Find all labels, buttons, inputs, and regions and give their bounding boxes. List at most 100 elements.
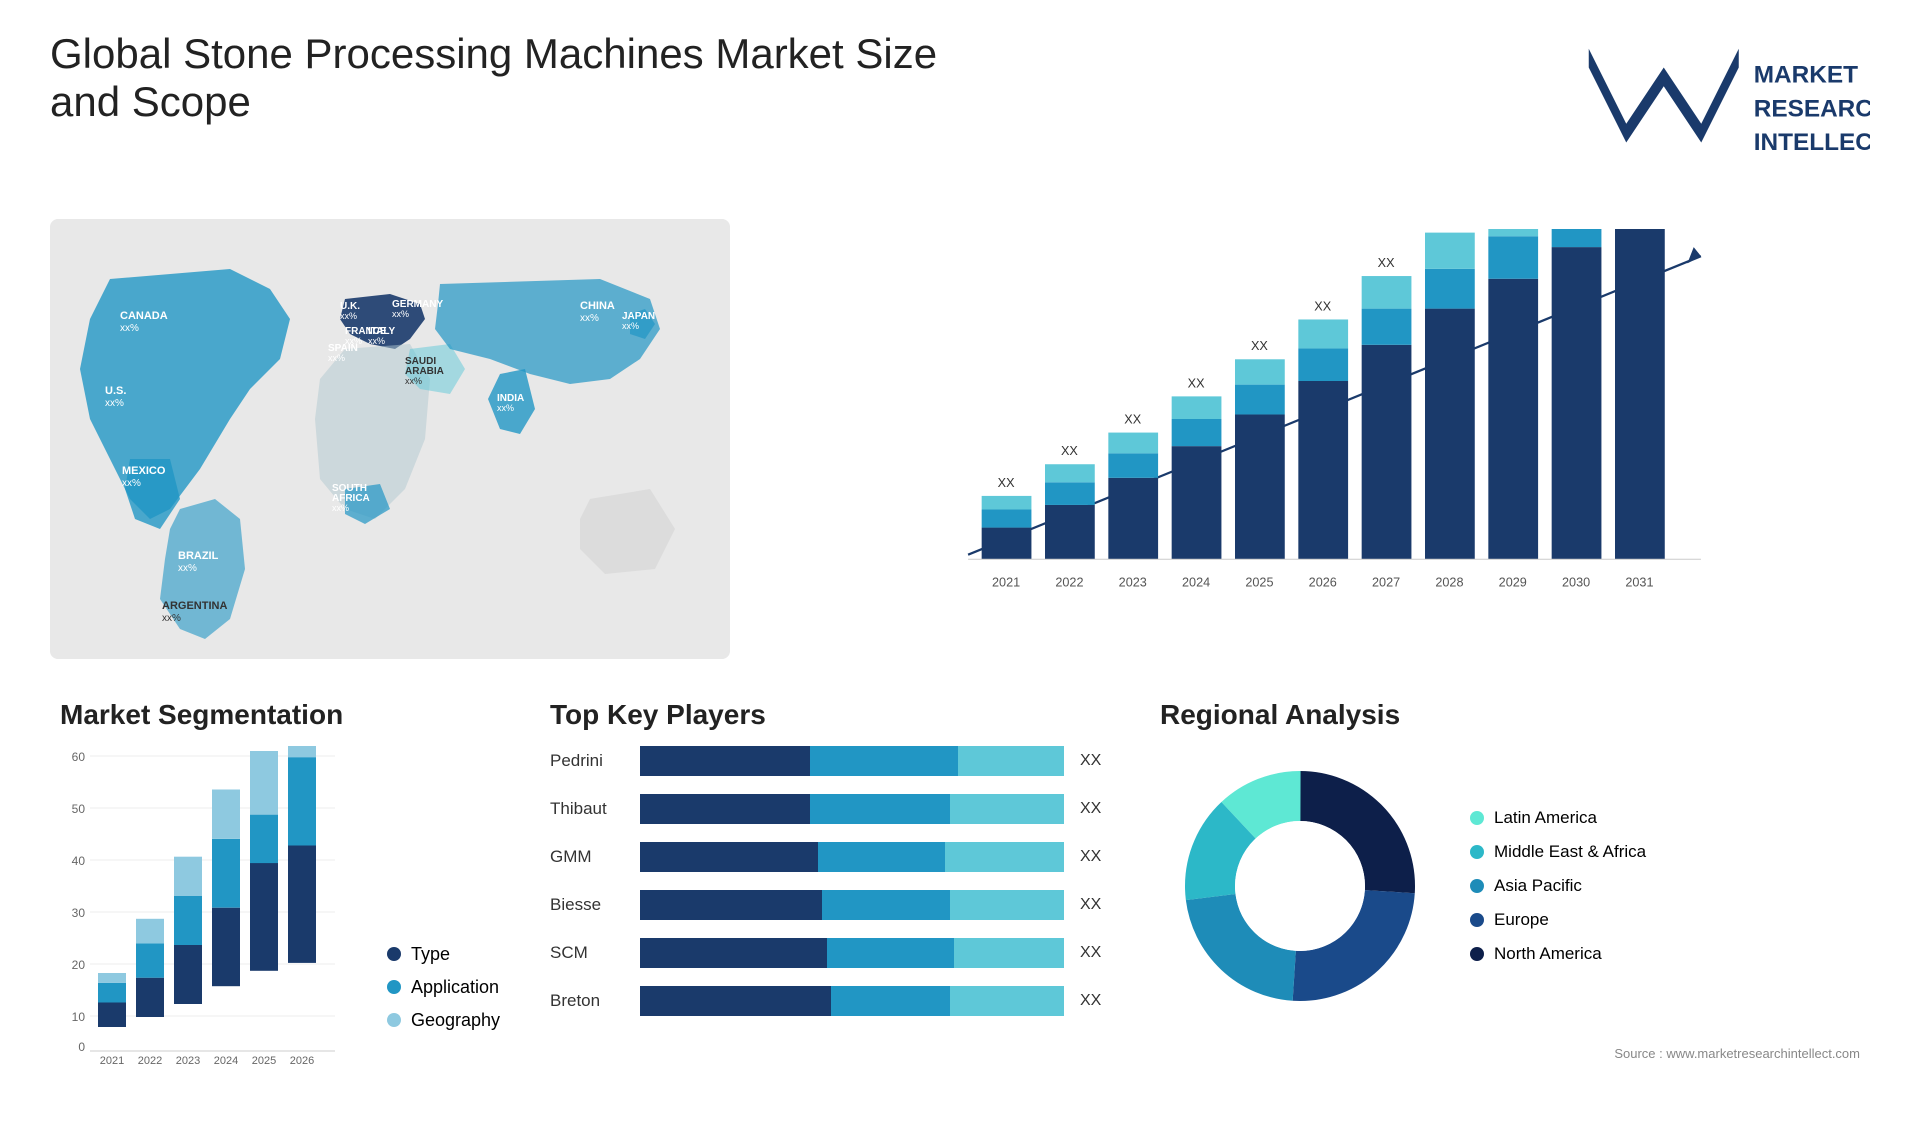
type-label: Type [411, 944, 450, 965]
player-name: Breton [550, 991, 630, 1011]
bar-seg-dark [640, 746, 810, 776]
player-row-thibaut: Thibaut XX [550, 794, 1110, 824]
svg-text:MARKET: MARKET [1754, 62, 1858, 89]
bar-seg-dark [640, 890, 822, 920]
bar-seg-mid [827, 938, 954, 968]
svg-text:2023: 2023 [176, 1055, 200, 1066]
donut-chart [1160, 746, 1440, 1026]
type-dot [387, 947, 401, 961]
europe-dot [1470, 913, 1484, 927]
svg-text:XX: XX [1314, 299, 1331, 313]
svg-text:2025: 2025 [1245, 575, 1273, 589]
svg-text:xx%: xx% [368, 336, 385, 346]
header: Global Stone Processing Machines Market … [50, 30, 1870, 199]
svg-text:30: 30 [72, 906, 86, 920]
svg-text:XX: XX [1124, 412, 1141, 426]
svg-text:2030: 2030 [1562, 575, 1590, 589]
svg-text:2024: 2024 [1182, 575, 1210, 589]
players-chart: Pedrini XX Thibaut XX [550, 746, 1110, 1016]
bar-seg-mid [810, 794, 950, 824]
players-title: Top Key Players [550, 699, 1110, 731]
legend-asia-pacific: Asia Pacific [1470, 876, 1646, 896]
svg-text:xx%: xx% [497, 403, 514, 413]
application-label: Application [411, 977, 499, 998]
svg-text:XX: XX [1188, 376, 1205, 390]
company-logo: MARKET RESEARCH INTELLECT [1570, 30, 1870, 199]
mea-label: Middle East & Africa [1494, 842, 1646, 862]
legend-latin-america: Latin America [1470, 808, 1646, 828]
bar-seg-mid [818, 842, 945, 872]
player-name: SCM [550, 943, 630, 963]
segmentation-title: Market Segmentation [60, 699, 500, 731]
player-row-pedrini: Pedrini XX [550, 746, 1110, 776]
svg-text:xx%: xx% [332, 503, 349, 513]
player-name: Thibaut [550, 799, 630, 819]
legend-middle-east-africa: Middle East & Africa [1470, 842, 1646, 862]
bar-seg-light [950, 794, 1064, 824]
bar-seg-dark [640, 794, 810, 824]
bar-seg-mid [831, 986, 950, 1016]
bar-seg-light [950, 986, 1064, 1016]
bar-seg-light [945, 842, 1064, 872]
bar-chart-area: XX 2021 XX 2022 XX 2023 XX 2024 [760, 219, 1870, 659]
svg-text:2025: 2025 [252, 1055, 276, 1066]
player-bar-wrap [640, 794, 1064, 824]
svg-text:10: 10 [72, 1010, 86, 1024]
svg-text:INTELLECT: INTELLECT [1754, 129, 1870, 156]
bar-seg-dark [640, 938, 827, 968]
svg-text:2026: 2026 [1309, 575, 1337, 589]
mea-dot [1470, 845, 1484, 859]
bar-seg-light [958, 746, 1064, 776]
north-america-dot [1470, 947, 1484, 961]
geography-dot [387, 1013, 401, 1027]
europe-label: Europe [1494, 910, 1549, 930]
player-value: XX [1080, 992, 1110, 1010]
svg-text:ARGENTINA: ARGENTINA [162, 600, 227, 612]
page-wrapper: Global Stone Processing Machines Market … [0, 0, 1920, 1146]
latin-america-dot [1470, 811, 1484, 825]
player-row-breton: Breton XX [550, 986, 1110, 1016]
svg-text:xx%: xx% [328, 353, 345, 363]
donut-svg [1160, 746, 1440, 1026]
source-text: Source : www.marketresearchintellect.com [1160, 1046, 1860, 1061]
player-row-gmm: GMM XX [550, 842, 1110, 872]
player-bar-wrap [640, 890, 1064, 920]
bar-seg-mid [810, 746, 958, 776]
legend-type: Type [387, 944, 500, 965]
player-name: Pedrini [550, 751, 630, 771]
logo-area: MARKET RESEARCH INTELLECT [1570, 30, 1870, 199]
svg-text:RESEARCH: RESEARCH [1754, 95, 1870, 122]
svg-text:xx%: xx% [178, 563, 197, 574]
player-bar-wrap [640, 986, 1064, 1016]
player-bar-wrap [640, 938, 1064, 968]
bar-seg-dark [640, 842, 818, 872]
world-map-svg: CANADA xx% U.S. xx% MEXICO xx% BRAZIL xx… [50, 219, 730, 659]
svg-text:xx%: xx% [120, 323, 139, 334]
player-bar-wrap [640, 842, 1064, 872]
segmentation-chart: 60 50 40 30 20 10 0 [60, 746, 367, 1071]
top-section: CANADA xx% U.S. xx% MEXICO xx% BRAZIL xx… [50, 219, 1870, 659]
player-value: XX [1080, 800, 1110, 818]
svg-text:2022: 2022 [1055, 575, 1083, 589]
asia-pacific-dot [1470, 879, 1484, 893]
svg-text:xx%: xx% [622, 321, 639, 331]
latin-america-label: Latin America [1494, 808, 1597, 828]
svg-text:BRAZIL: BRAZIL [178, 550, 219, 562]
players-panel: Top Key Players Pedrini XX Thibaut [540, 689, 1120, 1109]
player-value: XX [1080, 848, 1110, 866]
svg-text:20: 20 [72, 958, 86, 972]
svg-text:2021: 2021 [100, 1055, 124, 1066]
svg-text:U.S.: U.S. [105, 385, 126, 397]
svg-text:xx%: xx% [162, 613, 181, 624]
svg-text:xx%: xx% [580, 313, 599, 324]
regional-panel: Regional Analysis [1150, 689, 1870, 1109]
legend-europe: Europe [1470, 910, 1646, 930]
svg-text:2027: 2027 [1372, 575, 1400, 589]
svg-text:xx%: xx% [105, 398, 124, 409]
svg-text:50: 50 [72, 802, 86, 816]
svg-text:xx%: xx% [340, 311, 357, 321]
player-value: XX [1080, 896, 1110, 914]
svg-text:0: 0 [78, 1040, 85, 1054]
legend-application: Application [387, 977, 500, 998]
asia-pacific-label: Asia Pacific [1494, 876, 1582, 896]
